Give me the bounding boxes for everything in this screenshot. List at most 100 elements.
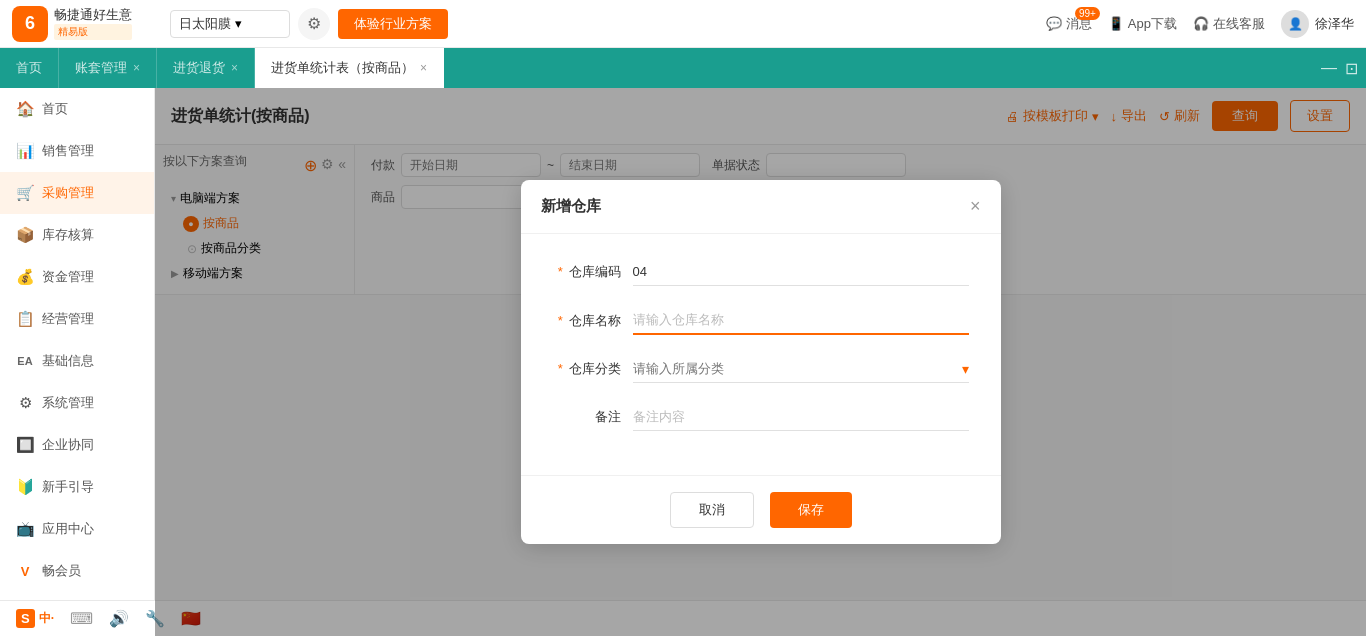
new-warehouse-modal: 新增仓库 × * 仓库编码 * <box>521 180 1001 544</box>
save-button[interactable]: 保存 <box>770 492 852 528</box>
online-service-label: 在线客服 <box>1213 15 1265 33</box>
warehouse-category-input[interactable] <box>633 355 962 382</box>
app-download-label: App下载 <box>1128 15 1177 33</box>
sidebar-label-basic-info: 基础信息 <box>42 352 94 370</box>
modal-title: 新增仓库 <box>541 197 601 216</box>
sidebar: 🏠 首页 📊 销售管理 🛒 采购管理 📦 库存核算 💰 资金管理 📋 经营管理 … <box>0 88 155 636</box>
tab-bar: 首页 账套管理 × 进货退货 × 进货单统计表（按商品） × — ⊡ <box>0 48 1366 88</box>
tab-purchase-stat[interactable]: 进货单统计表（按商品） × <box>255 48 444 88</box>
sidebar-label-operations: 经营管理 <box>42 310 94 328</box>
warehouse-note-label: 备注 <box>553 408 633 426</box>
top-header: 6 畅捷通好生意 精易版 日太阳膜 ▾ ⚙ 体验行业方案 💬 消息 99+ 📱 … <box>0 0 1366 48</box>
warehouse-name-input[interactable] <box>633 306 969 335</box>
warehouse-code-label: * 仓库编码 <box>553 263 633 281</box>
sidebar-label-inventory: 库存核算 <box>42 226 94 244</box>
content-area: 进货单统计(按商品) 🖨 按模板打印 ▾ ↓ 导出 ↺ 刷新 查询 设置 <box>155 88 1366 636</box>
tab-purchase-return-close-icon[interactable]: × <box>231 61 238 75</box>
user-name: 徐泽华 <box>1315 15 1354 33</box>
app-center-icon: 📺 <box>16 520 34 538</box>
brand-info: 畅捷通好生意 精易版 <box>54 7 132 40</box>
category-dropdown-icon[interactable]: ▾ <box>962 361 969 377</box>
sidebar-item-inventory[interactable]: 📦 库存核算 <box>0 214 154 256</box>
edition-badge: 精易版 <box>54 24 132 40</box>
main-layout: 🏠 首页 📊 销售管理 🛒 采购管理 📦 库存核算 💰 资金管理 📋 经营管理 … <box>0 88 1366 636</box>
sidebar-item-home[interactable]: 🏠 首页 <box>0 88 154 130</box>
warehouse-note-row: 备注 <box>553 403 969 431</box>
phone-icon: 📱 <box>1108 16 1124 31</box>
headset-icon: 🎧 <box>1193 16 1209 31</box>
sidebar-label-system: 系统管理 <box>42 394 94 412</box>
modal-footer: 取消 保存 <box>521 475 1001 544</box>
warehouse-category-label: * 仓库分类 <box>553 360 633 378</box>
tab-account[interactable]: 账套管理 × <box>59 48 157 88</box>
tab-account-close-icon[interactable]: × <box>133 61 140 75</box>
sidebar-label-sales: 销售管理 <box>42 142 94 160</box>
message-icon: 💬 <box>1046 16 1062 31</box>
keyboard-icon: ⌨ <box>70 609 93 628</box>
warehouse-name-row: * 仓库名称 <box>553 306 969 335</box>
message-icon-item[interactable]: 💬 消息 99+ <box>1046 15 1092 33</box>
sales-icon: 📊 <box>16 142 34 160</box>
modal-body: * 仓库编码 * 仓库名称 <box>521 234 1001 475</box>
tab-home[interactable]: 首页 <box>0 48 59 88</box>
tab-purchase-stat-label: 进货单统计表（按商品） <box>271 59 414 77</box>
cancel-button[interactable]: 取消 <box>670 492 754 528</box>
warehouse-note-input[interactable] <box>633 403 969 431</box>
modal-close-button[interactable]: × <box>970 196 981 217</box>
sidebar-label-home: 首页 <box>42 100 68 118</box>
tab-purchase-return[interactable]: 进货退货 × <box>157 48 255 88</box>
required-star-name: * <box>558 313 563 328</box>
user-area[interactable]: 👤 徐泽华 <box>1281 10 1354 38</box>
sidebar-label-guide: 新手引导 <box>42 478 94 496</box>
required-star-category: * <box>558 361 563 376</box>
tab-purchase-stat-close-icon[interactable]: × <box>420 61 427 75</box>
online-service-item[interactable]: 🎧 在线客服 <box>1193 15 1265 33</box>
sidebar-item-basic-info[interactable]: EA 基础信息 <box>0 340 154 382</box>
sidebar-label-member: 畅会员 <box>42 562 81 580</box>
sidebar-label-app-center: 应用中心 <box>42 520 94 538</box>
sidebar-label-enterprise: 企业协同 <box>42 436 94 454</box>
operations-icon: 📋 <box>16 310 34 328</box>
warehouse-code-input[interactable] <box>633 258 969 286</box>
member-icon: V <box>16 562 34 580</box>
tab-expand-button[interactable]: ⊡ <box>1345 59 1358 78</box>
tab-home-label: 首页 <box>16 59 42 77</box>
tab-minimize-button[interactable]: — <box>1321 59 1337 77</box>
sidebar-item-sales[interactable]: 📊 销售管理 <box>0 130 154 172</box>
s-logo: S 中· <box>16 609 54 628</box>
sidebar-item-system[interactable]: ⚙ 系统管理 <box>0 382 154 424</box>
avatar: 👤 <box>1281 10 1309 38</box>
app-download-item[interactable]: 📱 App下载 <box>1108 15 1177 33</box>
try-industry-button[interactable]: 体验行业方案 <box>338 9 448 39</box>
tab-account-label: 账套管理 <box>75 59 127 77</box>
sidebar-item-guide[interactable]: 🔰 新手引导 <box>0 466 154 508</box>
warehouse-category-row: * 仓库分类 ▾ <box>553 355 969 383</box>
sidebar-item-app-center[interactable]: 📺 应用中心 <box>0 508 154 550</box>
s-brand-text: 中· <box>39 610 54 627</box>
sidebar-item-finance[interactable]: 💰 资金管理 <box>0 256 154 298</box>
modal-header: 新增仓库 × <box>521 180 1001 234</box>
modal-overlay[interactable]: 新增仓库 × * 仓库编码 * <box>155 88 1366 636</box>
message-badge: 99+ <box>1075 7 1100 20</box>
store-name: 日太阳膜 <box>179 15 231 33</box>
sidebar-item-operations[interactable]: 📋 经营管理 <box>0 298 154 340</box>
sidebar-item-member[interactable]: V 畅会员 <box>0 550 154 592</box>
settings-button[interactable]: ⚙ <box>298 8 330 40</box>
warehouse-code-row: * 仓库编码 <box>553 258 969 286</box>
store-selector[interactable]: 日太阳膜 ▾ <box>170 10 290 38</box>
sidebar-label-purchase: 采购管理 <box>42 184 94 202</box>
warehouse-name-label: * 仓库名称 <box>553 312 633 330</box>
speaker-icon: 🔊 <box>109 609 129 628</box>
sidebar-item-purchase[interactable]: 🛒 采购管理 <box>0 172 154 214</box>
app-logo-icon: 6 <box>12 6 48 42</box>
required-star-code: * <box>558 264 563 279</box>
brand-name: 畅捷通好生意 <box>54 7 132 24</box>
finance-icon: 💰 <box>16 268 34 286</box>
warehouse-category-select-wrap: ▾ <box>633 355 969 383</box>
home-icon: 🏠 <box>16 100 34 118</box>
sidebar-item-enterprise[interactable]: 🔲 企业协同 <box>0 424 154 466</box>
enterprise-icon: 🔲 <box>16 436 34 454</box>
system-icon: ⚙ <box>16 394 34 412</box>
inventory-icon: 📦 <box>16 226 34 244</box>
s-brand-icon: S <box>16 609 35 628</box>
